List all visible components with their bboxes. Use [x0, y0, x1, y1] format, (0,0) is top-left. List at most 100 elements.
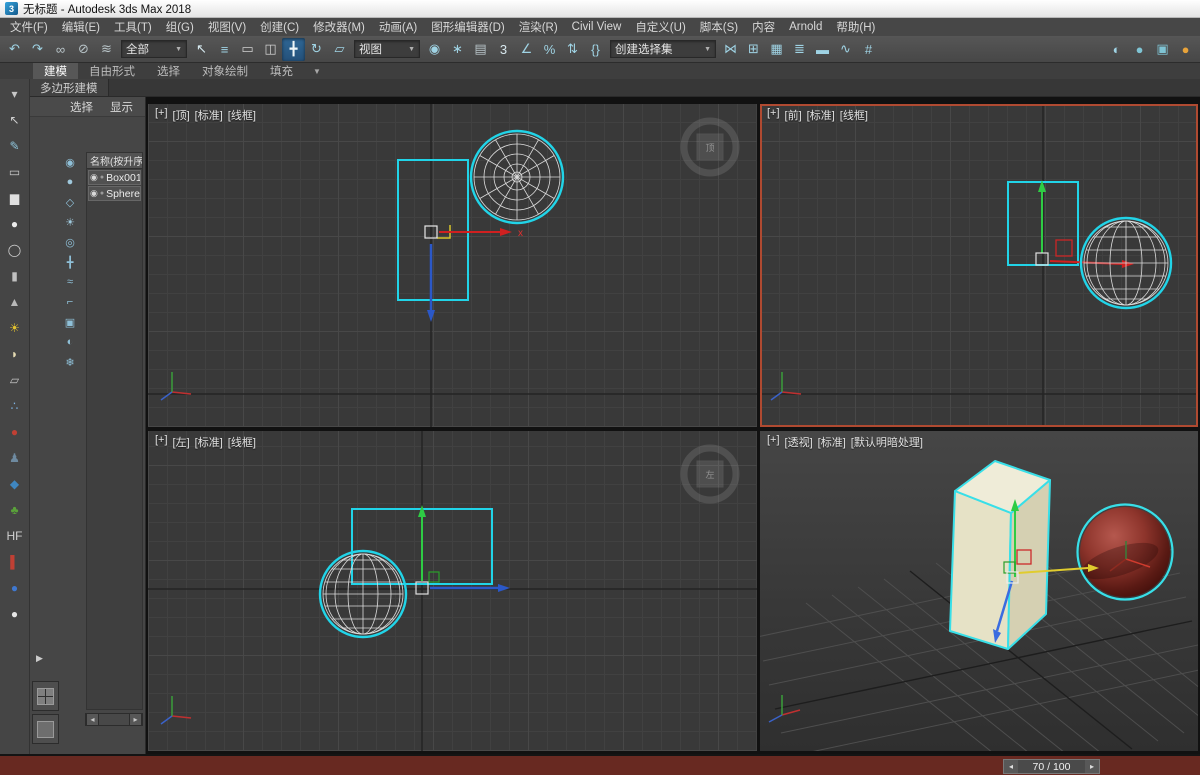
viewport-label-part[interactable]: [标准]: [807, 107, 835, 123]
select-object-icon[interactable]: ↖: [190, 38, 213, 61]
previous-frame-button[interactable]: ◂: [1004, 760, 1018, 773]
sphere-wireframe[interactable]: [469, 129, 565, 225]
angle-snap-icon[interactable]: ∠: [515, 38, 538, 61]
viewport-label-part[interactable]: [+]: [767, 434, 780, 450]
align-icon[interactable]: ⊞: [742, 38, 765, 61]
sphere-shaded[interactable]: [1076, 503, 1174, 601]
red-sphere-icon[interactable]: ●: [4, 419, 26, 445]
viewport-layout-tab-quad[interactable]: [32, 681, 59, 711]
ribbon-tab-object-paint[interactable]: 对象绘制: [191, 63, 259, 79]
dock-flyout-expand-icon[interactable]: ▶: [36, 653, 43, 664]
bind-to-space-warp-icon[interactable]: ≋: [95, 38, 118, 61]
explorer-bones-filter-icon[interactable]: ⌐: [60, 292, 80, 312]
reference-coordinate-dropdown[interactable]: 视图 ▼: [354, 40, 420, 58]
named-selection-sets-dropdown[interactable]: 创建选择集 ▼: [610, 40, 716, 58]
explorer-shapes-filter-icon[interactable]: ◇: [60, 192, 80, 212]
menu-content[interactable]: 内容: [745, 18, 782, 36]
toggle-scene-explorer-icon[interactable]: ▦: [765, 38, 788, 61]
paint-deform-icon[interactable]: ✎: [4, 133, 26, 159]
cone-primitive-icon[interactable]: ▲: [4, 289, 26, 315]
menu-rendering[interactable]: 渲染(R): [512, 18, 565, 36]
menu-civil-view[interactable]: Civil View: [565, 18, 629, 36]
viewport-label-part[interactable]: [+]: [155, 434, 168, 450]
rendered-frame-icon[interactable]: ▣: [1151, 38, 1174, 61]
toggle-ribbon-icon[interactable]: ▬: [811, 38, 834, 61]
scene-object-row[interactable]: ◉ ● Sphere001: [88, 186, 141, 201]
mirror-icon[interactable]: ⋈: [719, 38, 742, 61]
scroll-right-button[interactable]: ▸: [129, 714, 142, 725]
viewport-canvas-top[interactable]: x 顶: [148, 104, 757, 427]
menu-create[interactable]: 创建(C): [253, 18, 306, 36]
snap-toggle-3d-icon[interactable]: 3: [492, 38, 515, 61]
keyboard-override-icon[interactable]: ▤: [469, 38, 492, 61]
use-pivot-center-icon[interactable]: ◉: [423, 38, 446, 61]
viewport-perspective[interactable]: [+] [透视] [标准] [默认明暗处理]: [760, 431, 1198, 751]
viewport-left[interactable]: [+] [左] [标准] [线框] 左: [148, 431, 757, 751]
select-and-manipulate-icon[interactable]: ∗: [446, 38, 469, 61]
menu-arnold[interactable]: Arnold: [782, 18, 829, 36]
viewport-top[interactable]: [+] [顶] [标准] [线框] x 顶: [148, 104, 757, 427]
menu-modifiers[interactable]: 修改器(M): [306, 18, 372, 36]
hf-label-icon[interactable]: HF: [4, 523, 26, 549]
select-and-scale-icon[interactable]: ▱: [328, 38, 351, 61]
menu-views[interactable]: 视图(V): [201, 18, 253, 36]
menu-scripting[interactable]: 脚本(S): [693, 18, 745, 36]
scroll-left-button[interactable]: ◂: [86, 714, 99, 725]
rectangular-selection-icon[interactable]: ▭: [236, 38, 259, 61]
ribbon-tab-selection[interactable]: 选择: [146, 63, 191, 79]
track-bar[interactable]: ◂ 70 / 100 ▸: [0, 754, 1200, 775]
select-and-move-icon[interactable]: ╋: [282, 37, 305, 61]
sun-light-icon[interactable]: ☀: [4, 315, 26, 341]
percent-snap-icon[interactable]: %: [538, 38, 561, 61]
explorer-materials-filter-icon[interactable]: ◐: [60, 332, 80, 352]
move-gizmo[interactable]: x: [424, 225, 523, 322]
sphere-primitive-icon[interactable]: ●: [4, 211, 26, 237]
schematic-view-icon[interactable]: #: [857, 38, 880, 61]
systems-icon[interactable]: ◆: [4, 471, 26, 497]
teapot-primitive-icon[interactable]: ◗: [4, 341, 26, 367]
visibility-eye-icon[interactable]: ◉: [90, 172, 98, 183]
scroll-track[interactable]: [99, 714, 129, 725]
viewport-canvas-left[interactable]: 左: [148, 431, 757, 751]
particles-icon[interactable]: ∴: [4, 393, 26, 419]
sphere-wireframe[interactable]: [318, 549, 408, 639]
explorer-lights-filter-icon[interactable]: ☀: [60, 212, 80, 232]
white-sphere-icon[interactable]: ●: [4, 601, 26, 627]
biped-icon[interactable]: ♟: [4, 445, 26, 471]
menu-edit[interactable]: 编辑(E): [55, 18, 107, 36]
explorer-horizontal-scrollbar[interactable]: ◂ ▸: [85, 713, 143, 726]
ribbon-tab-populate[interactable]: 填充: [259, 63, 304, 79]
viewcube[interactable]: 左: [680, 444, 740, 504]
viewport-layout-tab-single[interactable]: [32, 714, 59, 744]
explorer-geometry-filter-icon[interactable]: ●: [60, 172, 80, 192]
menu-graph-editors[interactable]: 图形编辑器(D): [424, 18, 511, 36]
unlink-selection-icon[interactable]: ⊘: [72, 38, 95, 61]
viewport-canvas-perspective[interactable]: [760, 431, 1198, 751]
foliage-icon[interactable]: ♣: [4, 497, 26, 523]
menu-help[interactable]: 帮助(H): [829, 18, 882, 36]
spinner-snap-icon[interactable]: ⇅: [561, 38, 584, 61]
torus-primitive-icon[interactable]: ◯: [4, 237, 26, 263]
menu-customize[interactable]: 自定义(U): [628, 18, 692, 36]
move-gizmo[interactable]: [415, 505, 510, 595]
select-cursor-icon[interactable]: ↖: [4, 107, 26, 133]
redo-icon[interactable]: ↷: [26, 38, 49, 61]
ribbon-tab-modeling[interactable]: 建模: [33, 63, 78, 79]
explorer-menu-select[interactable]: 选择: [70, 99, 93, 115]
box-wireframe[interactable]: [397, 159, 469, 301]
select-and-link-icon[interactable]: ∞: [49, 38, 72, 61]
menu-tools[interactable]: 工具(T): [107, 18, 159, 36]
explorer-menu-display[interactable]: 显示: [110, 99, 133, 115]
box-primitive-icon[interactable]: ▆: [4, 185, 26, 211]
name-column-header[interactable]: 名称(按升序排...: [87, 153, 142, 169]
explorer-cameras-filter-icon[interactable]: ◎: [60, 232, 80, 252]
viewport-label-part[interactable]: [标准]: [818, 434, 846, 450]
viewport-label-part[interactable]: [标准]: [195, 434, 223, 450]
explorer-frozen-filter-icon[interactable]: ❄: [60, 352, 80, 372]
viewport-label-part[interactable]: [标准]: [195, 107, 223, 123]
ribbon-panel-polygon-modeling[interactable]: 多边形建模: [30, 79, 109, 96]
viewport-label-part[interactable]: [+]: [155, 107, 168, 123]
explorer-warps-filter-icon[interactable]: ≈: [60, 272, 80, 292]
cylinder-primitive-icon[interactable]: ▮: [4, 263, 26, 289]
window-crossing-icon[interactable]: ◫: [259, 38, 282, 61]
